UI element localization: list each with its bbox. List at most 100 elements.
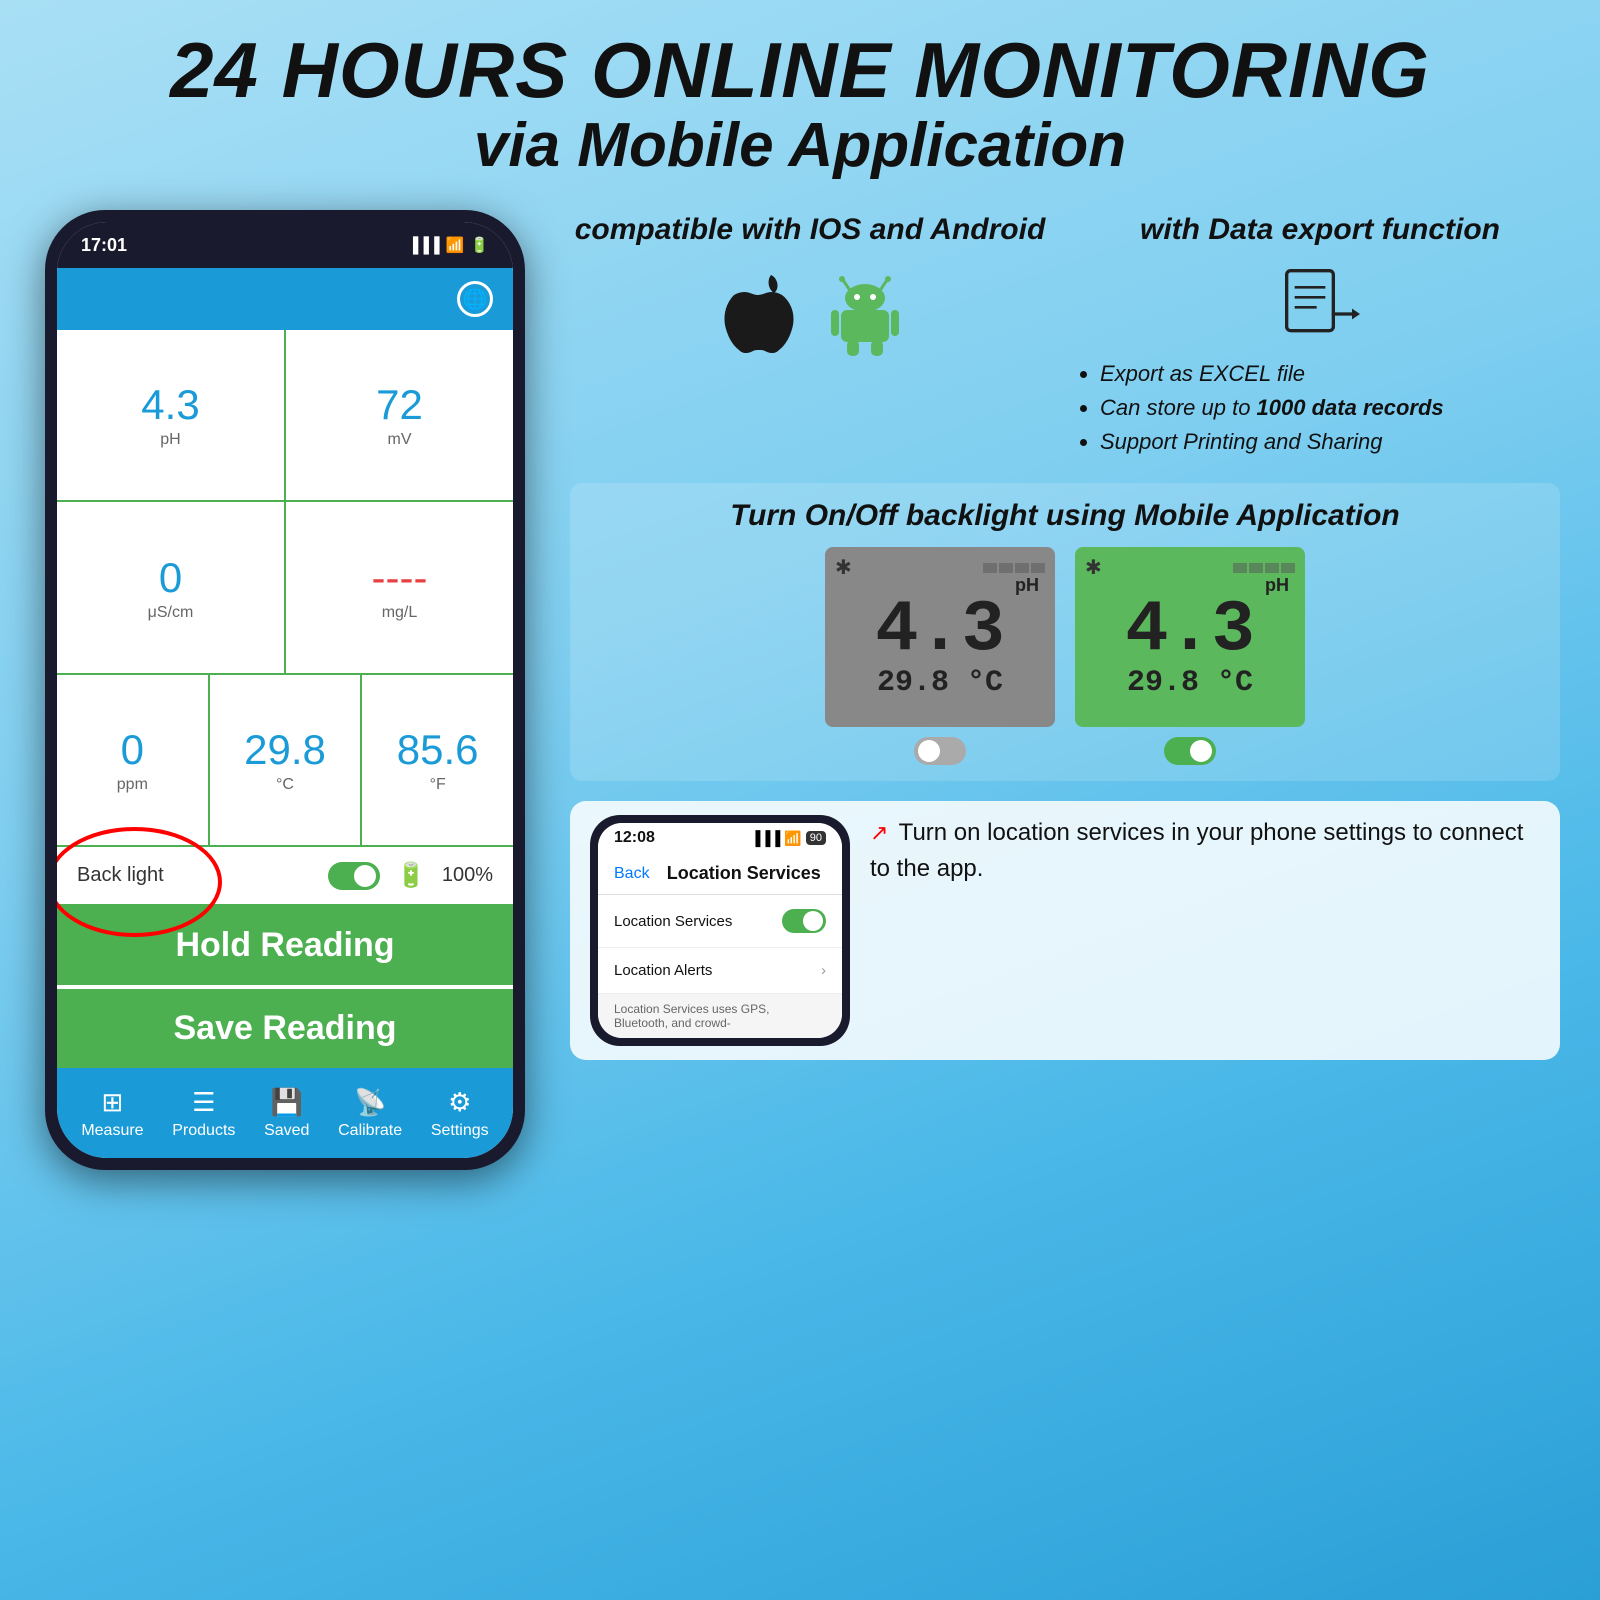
display-off: ✱ pH 4.3 29.8 °C xyxy=(825,547,1055,765)
signal-icon: ▐▐▐ xyxy=(408,237,440,254)
status-icons: ▐▐▐ 📶 🔋 xyxy=(408,236,489,254)
display-on: ✱ pH 4.3 29.8 °C xyxy=(1075,547,1305,765)
nav-measure-label: Measure xyxy=(81,1122,143,1140)
nav-products-label: Products xyxy=(172,1122,235,1140)
backlight-toggle[interactable] xyxy=(328,862,380,890)
battery-status-icon: 🔋 xyxy=(470,236,489,254)
nav-saved-label: Saved xyxy=(264,1122,309,1140)
saved-icon: 💾 xyxy=(271,1087,303,1118)
nav-saved[interactable]: 💾 Saved xyxy=(264,1087,309,1140)
phone-notch xyxy=(205,222,365,258)
toggle-off[interactable] xyxy=(914,737,966,765)
mv-cell: 72 mV xyxy=(286,330,513,500)
nav-measure[interactable]: ⊞ Measure xyxy=(81,1087,143,1140)
wifi-icon: 📶 xyxy=(446,236,465,254)
loc-phone-inner: 12:08 ▐▐▐ 📶 90 Back Location Services Lo… xyxy=(598,823,842,1038)
phone-outer: 17:01 ▐▐▐ 📶 🔋 🌐 xyxy=(45,210,525,1170)
nav-calibrate[interactable]: 📡 Calibrate xyxy=(338,1087,402,1140)
app-header: 🌐 xyxy=(57,268,513,330)
main-content: 17:01 ▐▐▐ 📶 🔋 🌐 xyxy=(0,190,1600,1570)
hold-reading-button[interactable]: Hold Reading xyxy=(57,906,513,985)
lcd-on-screen: ✱ pH 4.3 29.8 °C xyxy=(1075,547,1305,727)
phone-section: 17:01 ▐▐▐ 📶 🔋 🌐 xyxy=(40,210,530,1570)
measure-row-1: 4.3 pH 72 mV xyxy=(57,330,513,502)
measurements-grid: 4.3 pH 72 mV 0 μS/cm xyxy=(57,330,513,847)
bottom-nav: ⊞ Measure ☰ Products 💾 Saved 📡 Calibrate xyxy=(57,1068,513,1158)
phone-inner: 17:01 ▐▐▐ 📶 🔋 🌐 xyxy=(57,222,513,1158)
loc-alerts-arrow: › xyxy=(821,962,826,979)
ppm-value: 0 xyxy=(121,726,144,774)
status-time: 17:01 xyxy=(81,235,127,256)
celsius-cell: 29.8 °C xyxy=(210,675,363,845)
loc-wifi-icon: 📶 xyxy=(784,830,801,847)
loc-signal-icon: ▐▐▐ xyxy=(751,830,781,846)
loc-back-button[interactable]: Back xyxy=(614,865,650,883)
header-subtitle: via Mobile Application xyxy=(20,112,1580,180)
loc-note: Location Services uses GPS, Bluetooth, a… xyxy=(598,994,842,1038)
mgl-value: ---- xyxy=(372,554,428,602)
mgl-cell: ---- mg/L xyxy=(286,502,513,672)
fahrenheit-cell: 85.6 °F xyxy=(362,675,513,845)
loc-services-toggle[interactable] xyxy=(782,909,826,933)
backlight-row: Back light 🔋 100% xyxy=(57,847,513,906)
nav-settings-label: Settings xyxy=(431,1122,489,1140)
mv-value: 72 xyxy=(376,381,423,429)
loc-battery-badge: 90 xyxy=(806,831,826,845)
lcd-battery-off xyxy=(983,563,1045,573)
red-arrow-icon: ↗ xyxy=(870,816,888,849)
uscm-cell: 0 μS/cm xyxy=(57,502,286,672)
backlight-displays: ✱ pH 4.3 29.8 °C xyxy=(590,547,1540,765)
uscm-value: 0 xyxy=(159,554,182,602)
lcd-big-value-off: 4.3 xyxy=(875,594,1005,666)
nav-settings[interactable]: ⚙ Settings xyxy=(431,1087,489,1140)
location-description-text: ↗ Turn on location services in your phon… xyxy=(870,815,1540,887)
android-icon xyxy=(825,270,905,365)
ppm-unit: ppm xyxy=(117,776,148,794)
lcd-temp-on: 29.8 °C xyxy=(1127,666,1253,700)
ph-unit: pH xyxy=(160,431,180,449)
nav-products[interactable]: ☰ Products xyxy=(172,1087,235,1140)
battery-percentage: 100% xyxy=(442,864,493,887)
measure-row-3: 0 ppm 29.8 °C 85.6 °F xyxy=(57,675,513,847)
export-title: with Data export function xyxy=(1080,210,1560,249)
lcd-off-screen: ✱ pH 4.3 29.8 °C xyxy=(825,547,1055,727)
right-section: compatible with IOS and Android xyxy=(570,210,1560,1570)
location-description: ↗ Turn on location services in your phon… xyxy=(870,815,1540,887)
loc-page-title: Location Services xyxy=(662,863,826,884)
loc-services-label: Location Services xyxy=(614,913,732,930)
fahrenheit-unit: °F xyxy=(430,776,446,794)
compat-title: compatible with IOS and Android xyxy=(570,210,1050,249)
loc-header: Back Location Services xyxy=(598,853,842,895)
export-bullet-2: Can store up to 1000 data records xyxy=(1100,395,1560,421)
loc-alerts-label: Location Alerts xyxy=(614,962,712,979)
lcd-temp-off: 29.8 °C xyxy=(877,666,1003,700)
compat-section: compatible with IOS and Android xyxy=(570,210,1050,370)
loc-row-alerts: Location Alerts › xyxy=(598,948,842,994)
export-doc-icon xyxy=(1080,259,1560,349)
loc-time: 12:08 xyxy=(614,829,655,847)
measure-icon: ⊞ xyxy=(102,1087,124,1118)
battery-icon: 🔋 xyxy=(396,861,426,890)
calibrate-icon: 📡 xyxy=(354,1087,386,1118)
lcd-ph-label-off: pH xyxy=(1015,575,1039,596)
globe-icon[interactable]: 🌐 xyxy=(457,281,493,317)
mgl-unit: mg/L xyxy=(382,604,418,622)
os-icons xyxy=(570,265,1050,370)
save-reading-button[interactable]: Save Reading xyxy=(57,989,513,1068)
header-title: 24 HOURS ONLINE MONITORING xyxy=(20,30,1580,112)
apple-icon xyxy=(715,265,795,370)
toggle-on[interactable] xyxy=(1164,737,1216,765)
lcd-big-value-on: 4.3 xyxy=(1125,594,1255,666)
backlight-section: Turn On/Off backlight using Mobile Appli… xyxy=(570,483,1560,781)
nav-calibrate-label: Calibrate xyxy=(338,1122,402,1140)
backlight-section-title: Turn On/Off backlight using Mobile Appli… xyxy=(590,499,1540,533)
export-bullet-3: Support Printing and Sharing xyxy=(1100,429,1560,455)
fahrenheit-value: 85.6 xyxy=(397,726,479,774)
export-bullets: Export as EXCEL file Can store up to 100… xyxy=(1080,361,1560,455)
lcd-ph-label-on: pH xyxy=(1265,575,1289,596)
data-export-section: with Data export function Export as EXC xyxy=(1080,210,1560,463)
loc-status-icons: ▐▐▐ 📶 90 xyxy=(751,830,826,847)
bt-icon-on: ✱ xyxy=(1085,555,1102,580)
location-phone: 12:08 ▐▐▐ 📶 90 Back Location Services Lo… xyxy=(590,815,850,1046)
uscm-unit: μS/cm xyxy=(148,604,194,622)
